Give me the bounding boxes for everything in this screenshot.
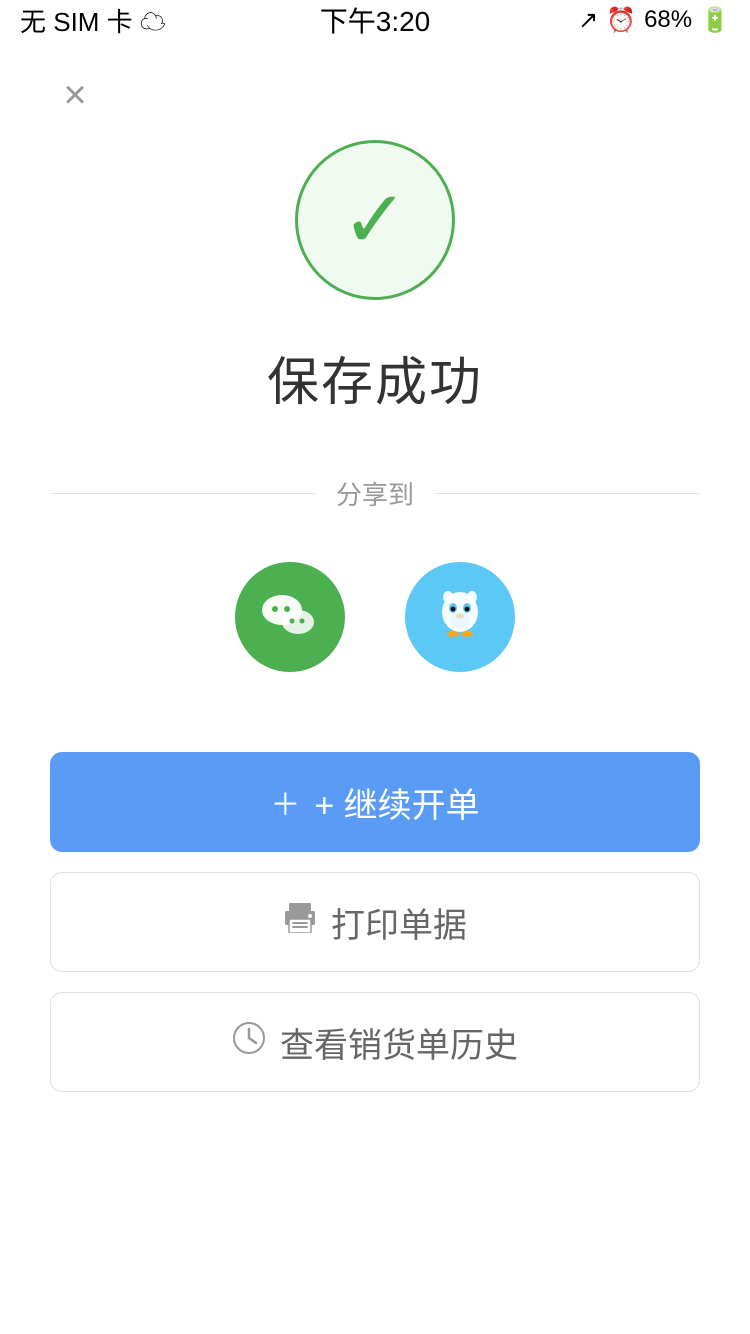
status-left: 无 SIM 卡 ☁ <box>20 2 166 39</box>
wechat-share-button[interactable] <box>235 562 345 672</box>
close-button[interactable]: × <box>50 70 100 120</box>
plus-icon: ＋ <box>270 780 300 824</box>
success-icon-circle: ✓ <box>295 140 455 300</box>
history-label: 查看销货单历史 <box>280 1018 518 1067</box>
wechat-icon <box>260 590 320 644</box>
checkmark-icon: ✓ <box>341 180 408 260</box>
close-icon: × <box>63 75 86 115</box>
continue-button[interactable]: ＋ + 继续开单 <box>50 752 700 852</box>
share-icons-row <box>235 562 515 672</box>
history-button[interactable]: 查看销货单历史 <box>50 992 700 1092</box>
print-button[interactable]: 打印单据 <box>50 872 700 972</box>
share-divider: 分享到 <box>50 475 700 512</box>
printer-icon <box>283 903 317 941</box>
status-bar: 无 SIM 卡 ☁ 下午3:20 ↗ ⏰ 68% 🔋 <box>0 0 750 40</box>
divider-line-right <box>434 493 700 494</box>
status-time: 下午3:20 <box>320 0 431 40</box>
qq-share-button[interactable] <box>405 562 515 672</box>
main-content: ✓ 保存成功 分享到 <box>0 120 750 1092</box>
qq-icon <box>435 587 485 647</box>
clock-icon <box>232 1021 266 1063</box>
print-label: 打印单据 <box>331 898 467 947</box>
battery-icon: 🔋 <box>700 6 730 35</box>
divider-line-left <box>50 493 316 494</box>
alarm-icon: ⏰ <box>606 6 636 35</box>
share-label: 分享到 <box>336 475 414 512</box>
no-sim-label: 无 SIM 卡 ☁ <box>20 2 166 39</box>
battery-label: 68% <box>644 6 692 34</box>
status-right: ↗ ⏰ 68% 🔋 <box>578 6 730 35</box>
location-icon: ↗ <box>578 6 598 35</box>
success-title: 保存成功 <box>267 340 483 415</box>
action-buttons: ＋ + 继续开单 打印单据 <box>50 752 700 1092</box>
continue-label: + 继续开单 <box>314 778 479 827</box>
